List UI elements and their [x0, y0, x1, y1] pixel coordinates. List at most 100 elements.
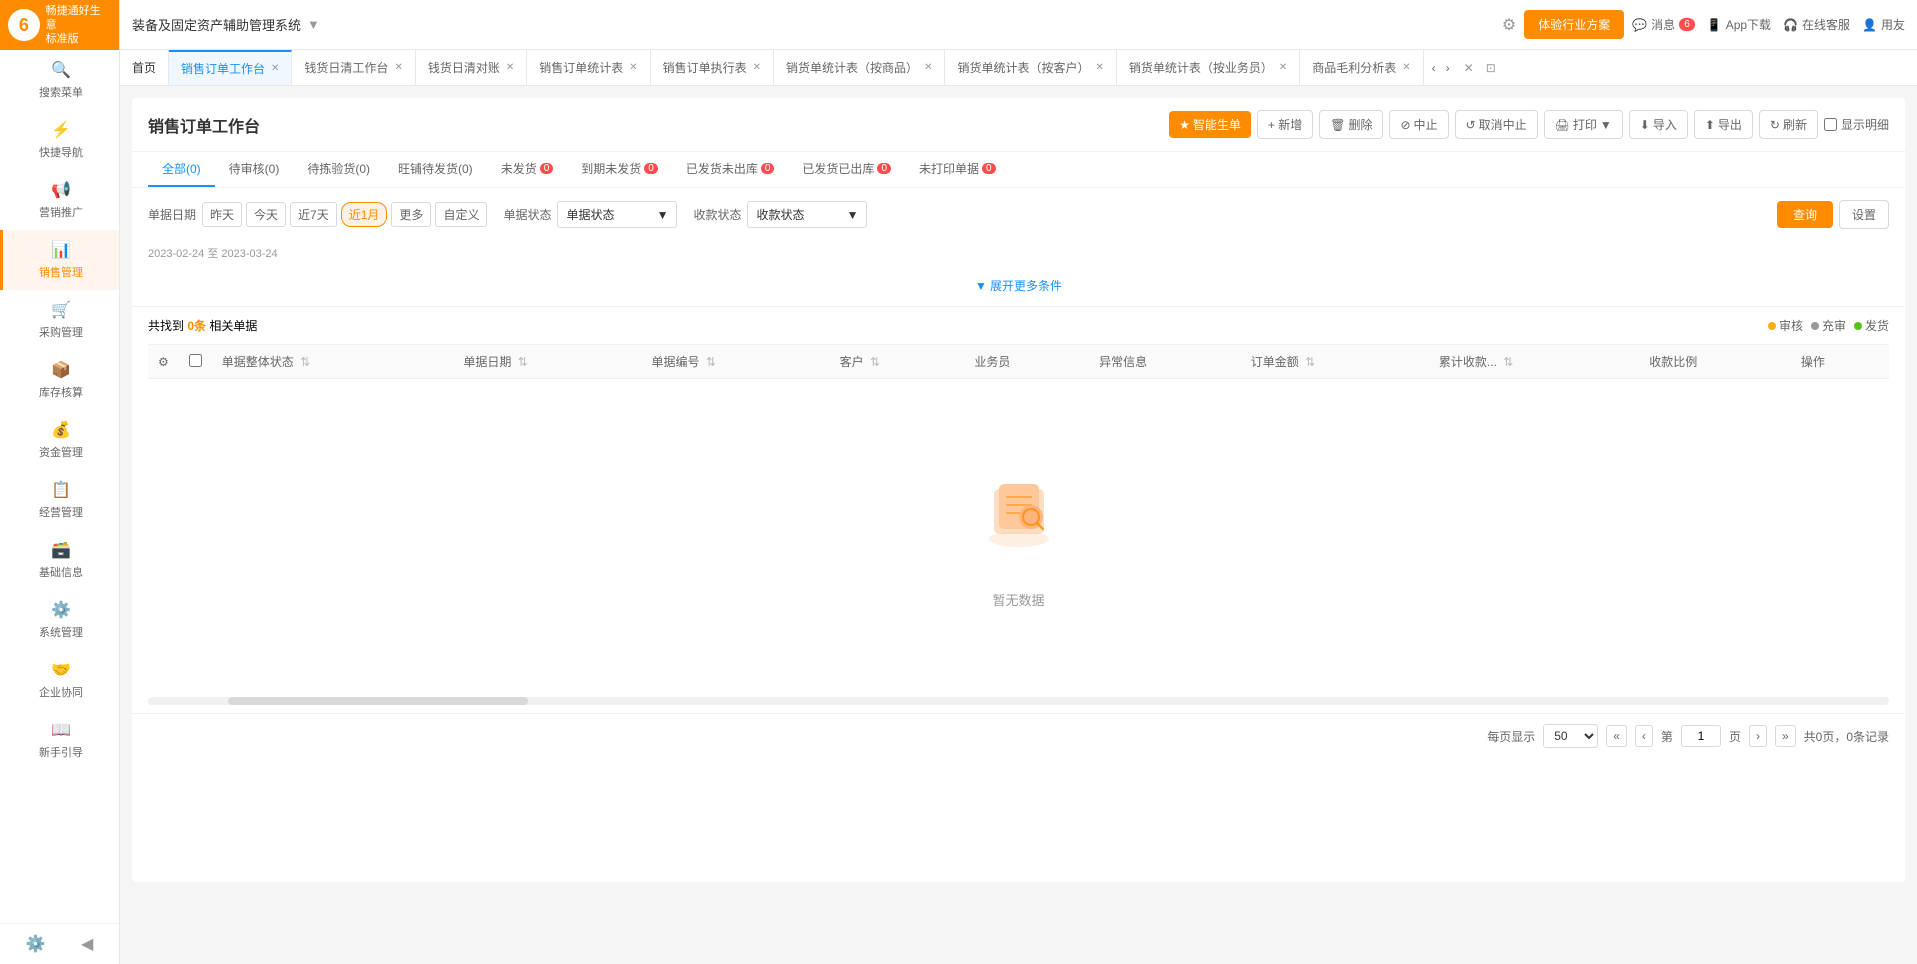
sidebar-item-finance[interactable]: 💰 资金管理: [0, 410, 119, 470]
sub-tab-pending-audit[interactable]: 待审核(0): [215, 152, 294, 187]
sidebar-item-purchase[interactable]: 🛒 采购管理: [0, 290, 119, 350]
sidebar-logo: 6 畅捷通好生意标准版: [0, 0, 119, 50]
tab-sales-exec[interactable]: 销售订单执行表 ✕: [651, 50, 774, 86]
sort-date-icon[interactable]: ⇅: [518, 355, 528, 369]
tab-close-all[interactable]: ✕: [1458, 59, 1480, 77]
tab-next-arrow[interactable]: ›: [1442, 59, 1454, 77]
delete-btn[interactable]: 🗑 删除: [1319, 110, 1383, 139]
collapse-icon[interactable]: ◀: [81, 934, 93, 954]
message-badge: 6: [1679, 18, 1695, 31]
sub-tab-pending-check[interactable]: 待拣验货(0): [293, 152, 384, 187]
sort-number-icon[interactable]: ⇅: [706, 355, 716, 369]
tab-cash-goods[interactable]: 钱货日清对账 ✕: [416, 50, 527, 86]
tab-goods-stat-customer[interactable]: 销货单统计表（按客户） ✕: [945, 50, 1116, 86]
th-status: 单据整体状态 ⇅: [212, 345, 454, 379]
online-service-action[interactable]: 🎧 在线客服: [1783, 16, 1850, 33]
select-all-checkbox[interactable]: [189, 354, 202, 367]
query-btn[interactable]: 查询: [1777, 201, 1833, 228]
tab-goods-stat-staff[interactable]: 销货单统计表（按业务员） ✕: [1117, 50, 1300, 86]
date-btn-yesterday[interactable]: 昨天: [202, 202, 242, 227]
status-select[interactable]: 单据状态 ▼: [557, 201, 677, 228]
sidebar-item-guide[interactable]: 📖 新手引导: [0, 710, 119, 770]
tab-goods-stat-customer-close[interactable]: ✕: [1095, 62, 1103, 73]
tab-cash-daily[interactable]: 钱货日清工作台 ✕: [292, 50, 415, 86]
next-page-btn[interactable]: ›: [1749, 725, 1767, 747]
sub-tab-shipped-out[interactable]: 已发货已出库 0: [788, 152, 905, 187]
date-btn-1month[interactable]: 近1月: [341, 202, 388, 227]
tab-goods-stat-staff-close[interactable]: ✕: [1279, 62, 1287, 73]
industry-btn[interactable]: 体验行业方案: [1524, 10, 1624, 39]
page-size-select[interactable]: 50 100 200: [1543, 724, 1598, 748]
date-btn-7days[interactable]: 近7天: [290, 202, 337, 227]
tab-sales-stat-close[interactable]: ✕: [629, 62, 637, 73]
print-icon: 🖨: [1555, 118, 1570, 132]
sort-collected-icon[interactable]: ⇅: [1503, 355, 1513, 369]
sidebar-item-cooperation[interactable]: 🤝 企业协同: [0, 650, 119, 710]
tab-sales-order[interactable]: 销售订单工作台 ✕: [169, 50, 292, 86]
tab-prev-arrow[interactable]: ‹: [1428, 59, 1440, 77]
date-btn-today[interactable]: 今天: [246, 202, 286, 227]
date-btn-custom[interactable]: 自定义: [435, 202, 487, 227]
sort-status-icon[interactable]: ⇅: [300, 355, 310, 369]
payment-select[interactable]: 收款状态 ▼: [747, 201, 867, 228]
expand-filter-btn[interactable]: ▼ 展开更多条件: [975, 277, 1062, 294]
tab-sales-exec-close[interactable]: ✕: [753, 62, 761, 73]
show-detail-input[interactable]: [1824, 118, 1837, 131]
guide-icon: 📖: [51, 720, 71, 740]
sidebar-item-basic[interactable]: 🗃️ 基础信息: [0, 530, 119, 590]
message-action[interactable]: 💬 消息 6: [1632, 16, 1695, 33]
last-page-btn[interactable]: »: [1775, 725, 1796, 747]
tab-goods-stat-product-close[interactable]: ✕: [924, 62, 932, 73]
tab-sales-order-close[interactable]: ✕: [271, 63, 279, 74]
th-settings[interactable]: ⚙: [148, 345, 179, 379]
show-detail-checkbox[interactable]: 显示明细: [1824, 116, 1889, 133]
sidebar-item-inventory[interactable]: 📦 库存核算: [0, 350, 119, 410]
scroll-bar[interactable]: [148, 697, 1889, 705]
sidebar-item-operation[interactable]: 📋 经营管理: [0, 470, 119, 530]
sort-customer-icon[interactable]: ⇅: [870, 355, 880, 369]
sub-tab-not-shipped[interactable]: 未发货 0: [487, 152, 568, 187]
first-page-btn[interactable]: «: [1606, 725, 1627, 747]
op-audit-btn[interactable]: 审核: [1768, 317, 1803, 334]
date-btn-more[interactable]: 更多: [391, 202, 431, 227]
tab-goods-stat-product[interactable]: 销货单统计表（按商品） ✕: [774, 50, 945, 86]
sidebar-item-marketing[interactable]: 📢 营销推广: [0, 170, 119, 230]
sidebar-item-search[interactable]: 🔍 搜索菜单: [0, 50, 119, 110]
user-action[interactable]: 👤 用友: [1862, 16, 1905, 33]
sidebar-item-quick-nav[interactable]: ⚡ 快捷导航: [0, 110, 119, 170]
th-checkbox[interactable]: [179, 345, 212, 379]
tab-maximize[interactable]: ⊡: [1480, 59, 1502, 77]
import-btn[interactable]: ⬇ 导入: [1629, 110, 1688, 139]
scroll-thumb[interactable]: [228, 697, 528, 705]
app-download-action[interactable]: 📱 App下载: [1707, 16, 1771, 33]
tab-sales-stat[interactable]: 销售订单统计表 ✕: [527, 50, 650, 86]
tab-cash-goods-close[interactable]: ✕: [506, 62, 514, 73]
refresh-btn[interactable]: ↻ 刷新: [1759, 110, 1818, 139]
sub-tab-shop-ship[interactable]: 旺铺待发货(0): [384, 152, 487, 187]
print-btn[interactable]: 🖨 打印 ▼: [1544, 110, 1623, 139]
add-btn[interactable]: + 新增: [1257, 110, 1313, 139]
tab-home[interactable]: 首页: [120, 50, 169, 86]
settings-bottom-icon[interactable]: ⚙️: [26, 934, 46, 954]
sidebar-item-system[interactable]: ⚙️ 系统管理: [0, 590, 119, 650]
op-ship-btn[interactable]: 发货: [1854, 317, 1889, 334]
op-cancel-btn[interactable]: 充审: [1811, 317, 1846, 334]
page-input[interactable]: [1681, 725, 1721, 747]
sort-amount-icon[interactable]: ⇅: [1305, 355, 1315, 369]
tab-goods-margin[interactable]: 商品毛利分析表 ✕: [1300, 50, 1423, 86]
sub-tab-overdue-ship[interactable]: 到期未发货 0: [567, 152, 672, 187]
sub-tab-shipped-not-out[interactable]: 已发货未出库 0: [672, 152, 789, 187]
sub-tab-all[interactable]: 全部(0): [148, 152, 215, 187]
system-title-arrow[interactable]: ▼: [307, 17, 320, 32]
sub-tab-not-printed[interactable]: 未打印单据 0: [905, 152, 1010, 187]
export-btn[interactable]: ⬆ 导出: [1694, 110, 1753, 139]
header-settings-icon[interactable]: ⚙: [1502, 15, 1516, 35]
smart-generate-btn[interactable]: ★ 智能生单: [1169, 111, 1251, 138]
stop-btn[interactable]: ⊘ 中止: [1389, 110, 1448, 139]
sidebar-item-sales[interactable]: 📊 销售管理: [0, 230, 119, 290]
filter-settings-btn[interactable]: 设置: [1839, 200, 1889, 229]
prev-page-btn[interactable]: ‹: [1635, 725, 1653, 747]
tab-goods-margin-close[interactable]: ✕: [1402, 62, 1410, 73]
cancel-stop-btn[interactable]: ↺ 取消中止: [1455, 110, 1538, 139]
tab-cash-daily-close[interactable]: ✕: [394, 62, 402, 73]
